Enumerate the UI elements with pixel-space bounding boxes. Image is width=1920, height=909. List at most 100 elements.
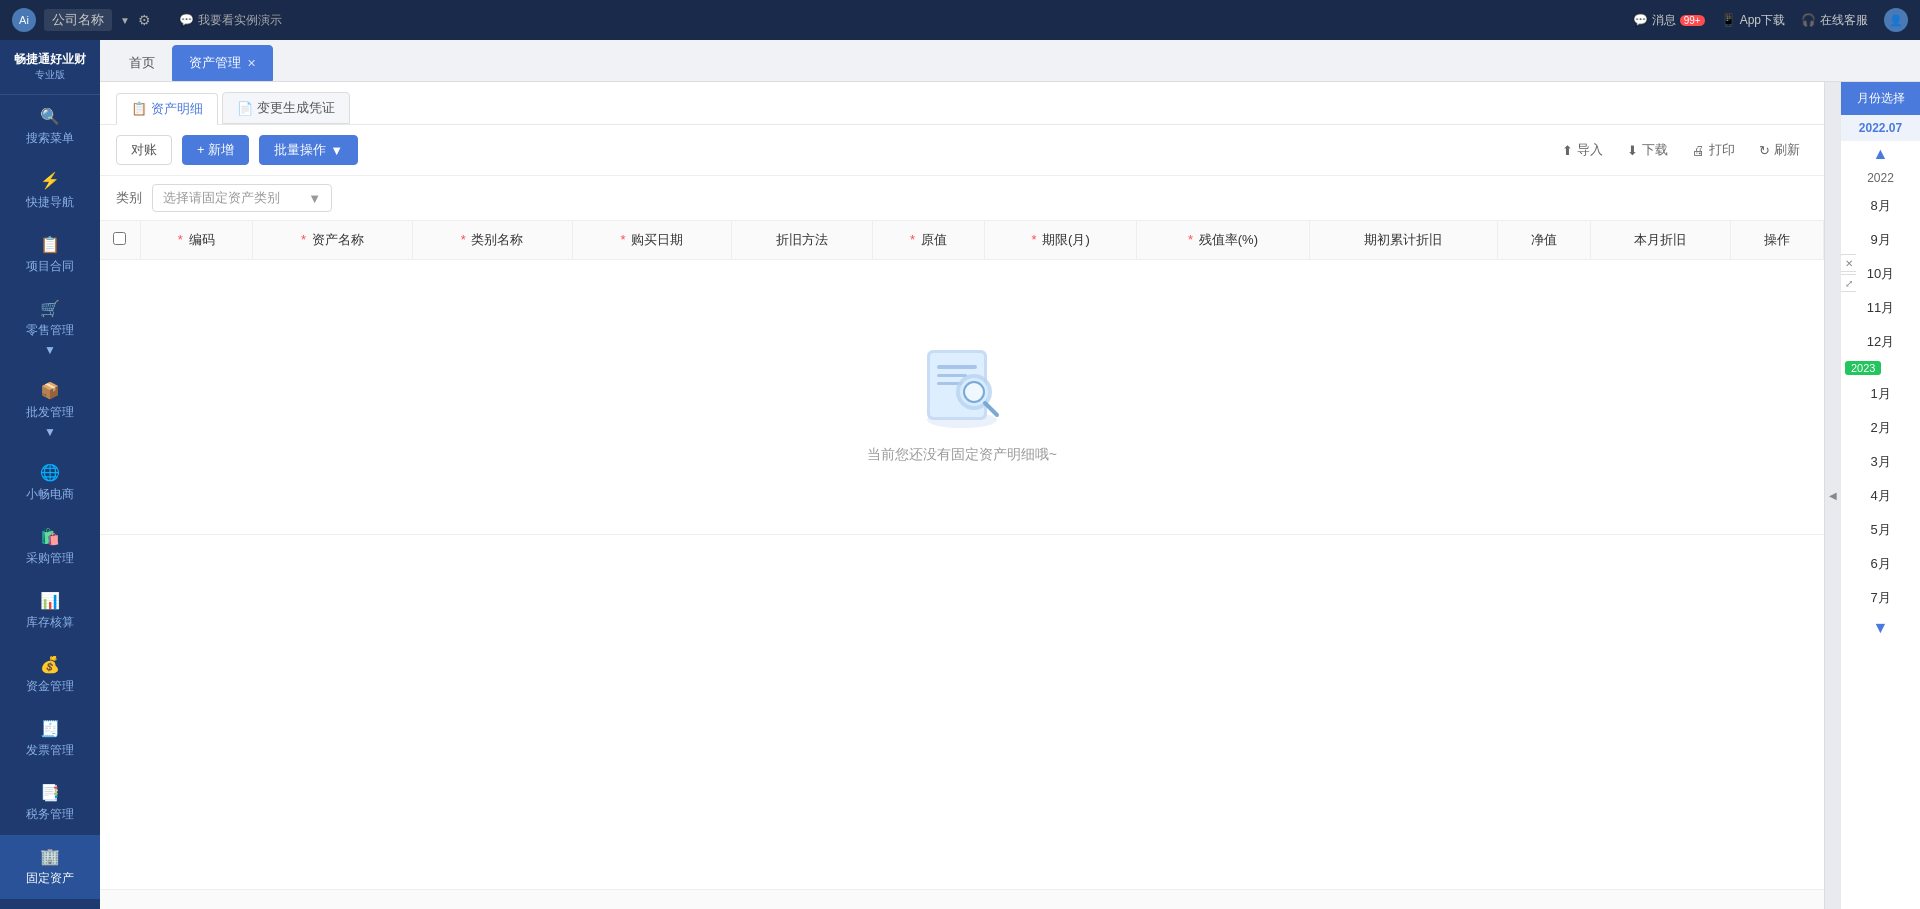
month-2022-08[interactable]: 8月 — [1841, 189, 1920, 223]
col-residual-rate: * 残值率(%) — [1137, 221, 1310, 260]
sidebar-item-fixed-assets[interactable]: 🏢 固定资产 — [0, 835, 100, 899]
col-code-label: 编码 — [189, 232, 215, 247]
sidebar-item-quick-nav[interactable]: ⚡ 快捷导航 — [0, 159, 100, 223]
month-2022-11[interactable]: 11月 — [1841, 291, 1920, 325]
message-icon: 💬 — [1633, 13, 1648, 27]
import-label: 导入 — [1577, 141, 1603, 159]
header-left: Ai 公司名称 ▼ ⚙ 💬 我要看实例演示 — [12, 8, 282, 32]
empty-state: 当前您还没有固定资产明细哦~ — [112, 270, 1812, 524]
month-2022-12[interactable]: 12月 — [1841, 325, 1920, 359]
demo-link[interactable]: 💬 我要看实例演示 — [179, 12, 282, 29]
wholesale-icon: 📦 — [40, 381, 60, 400]
sub-tab-voucher-label: 变更生成凭证 — [257, 99, 335, 117]
col-depreciation-method: 折旧方法 — [732, 221, 872, 260]
sub-tab-change-voucher[interactable]: 📄 变更生成凭证 — [222, 92, 350, 124]
month-panel-toggle[interactable]: ◀ — [1824, 82, 1840, 909]
month-2022-09[interactable]: 9月 — [1841, 223, 1920, 257]
col-category-label: 类别名称 — [471, 232, 523, 247]
select-all-checkbox[interactable] — [113, 232, 126, 245]
month-panel-header: 月份选择 — [1841, 82, 1920, 115]
sidebar-label-fixed-assets: 固定资产 — [26, 870, 74, 887]
tab-close-icon[interactable]: ✕ — [247, 57, 256, 70]
sidebar-item-salary[interactable]: 💵 工资 — [0, 899, 100, 909]
app-name: 畅捷通好业财 — [8, 52, 92, 68]
month-2023-01[interactable]: 1月 — [1841, 377, 1920, 411]
month-2023-04[interactable]: 4月 — [1841, 479, 1920, 513]
bottom-bar — [100, 889, 1824, 909]
col-category: * 类别名称 — [412, 221, 572, 260]
toolbar: 对账 + 新增 批量操作 ▼ ⬆ 导入 ⬇ 下载 — [100, 125, 1824, 176]
sidebar-label-wholesale: 批发管理 — [26, 404, 74, 421]
tab-home[interactable]: 首页 — [112, 45, 172, 81]
month-2023-07[interactable]: 7月 — [1841, 581, 1920, 615]
sidebar-item-inventory[interactable]: 📊 库存核算 — [0, 579, 100, 643]
category-filter-select[interactable]: 选择请固定资产类别 ▼ — [152, 184, 332, 212]
sidebar-label-ecommerce: 小畅电商 — [26, 486, 74, 503]
month-up-arrow[interactable]: ▲ — [1841, 141, 1920, 167]
settings-icon[interactable]: ⚙ — [138, 12, 151, 28]
sidebar-item-project[interactable]: 📋 项目合同 — [0, 223, 100, 287]
svg-rect-4 — [937, 374, 967, 377]
selected-period: 2022.07 — [1841, 115, 1920, 141]
month-down-arrow[interactable]: ▼ — [1841, 615, 1920, 641]
month-2023-06[interactable]: 6月 — [1841, 547, 1920, 581]
download-button[interactable]: ⬇ 下载 — [1619, 136, 1676, 164]
project-icon: 📋 — [40, 235, 60, 254]
asset-table: * 编码 * 资产名称 * 类别名称 — [100, 221, 1824, 535]
sub-tab-asset-detail[interactable]: 📋 资产明细 — [116, 93, 218, 125]
col-orig-value-label: 原值 — [921, 232, 947, 247]
tab-bar: 首页 资产管理 ✕ — [100, 40, 1920, 82]
user-avatar: Ai — [12, 8, 36, 32]
app-download-button[interactable]: 📱 App下载 — [1721, 12, 1785, 29]
print-button[interactable]: 🖨 打印 — [1684, 136, 1743, 164]
col-net-value-label: 净值 — [1531, 232, 1557, 247]
empty-text: 当前您还没有固定资产明细哦~ — [867, 446, 1057, 464]
search-icon: 🔍 — [40, 107, 60, 126]
sidebar-item-retail[interactable]: 🛒 零售管理 ▼ — [0, 287, 100, 369]
fixed-assets-icon: 🏢 — [40, 847, 60, 866]
panel-close-button[interactable]: ✕ — [1840, 254, 1856, 272]
messages-badge: 99+ — [1680, 15, 1705, 26]
import-button[interactable]: ⬆ 导入 — [1554, 136, 1611, 164]
col-period: * 期限(月) — [985, 221, 1137, 260]
sidebar-item-search[interactable]: 🔍 搜索菜单 — [0, 95, 100, 159]
sidebar-item-finance[interactable]: 💰 资金管理 — [0, 643, 100, 707]
month-selector-panel: 月份选择 2022.07 ▲ 2022 8月 9月 10月 11月 12月 20… — [1840, 82, 1920, 909]
messages-button[interactable]: 💬 消息 99+ — [1633, 12, 1705, 29]
add-button[interactable]: + 新增 — [182, 135, 249, 165]
company-name[interactable]: 公司名称 — [44, 9, 112, 31]
phone-icon: 📱 — [1721, 13, 1736, 27]
user-profile[interactable]: 👤 — [1884, 8, 1908, 32]
col-monthly-dep-label: 本月折旧 — [1634, 232, 1686, 247]
filter-dropdown-icon: ▼ — [308, 191, 321, 206]
month-2023-02[interactable]: 2月 — [1841, 411, 1920, 445]
sub-tab-bar: 📋 资产明细 📄 变更生成凭证 — [100, 82, 1824, 125]
col-period-label: 期限(月) — [1042, 232, 1090, 247]
refresh-button[interactable]: ↻ 刷新 — [1751, 136, 1808, 164]
sidebar-item-ecommerce[interactable]: 🌐 小畅电商 — [0, 451, 100, 515]
reconcile-button[interactable]: 对账 — [116, 135, 172, 165]
month-2023-05[interactable]: 5月 — [1841, 513, 1920, 547]
batch-button[interactable]: 批量操作 ▼ — [259, 135, 358, 165]
panel-expand-button[interactable]: ⤢ — [1840, 274, 1856, 292]
page-content: 📋 资产明细 📄 变更生成凭证 对账 + 新增 批量操作 ▼ — [100, 82, 1920, 909]
sidebar-item-wholesale[interactable]: 📦 批发管理 ▼ — [0, 369, 100, 451]
online-service-button[interactable]: 🎧 在线客服 — [1801, 12, 1868, 29]
download-icon: ⬇ — [1627, 143, 1638, 158]
tab-home-label: 首页 — [129, 54, 155, 72]
company-dropdown-icon[interactable]: ▼ — [120, 15, 130, 26]
tab-asset-management[interactable]: 资产管理 ✕ — [172, 45, 273, 81]
sidebar-item-invoice[interactable]: 🧾 发票管理 — [0, 707, 100, 771]
main-layout: 畅捷通好业财 专业版 🔍 搜索菜单 ⚡ 快捷导航 📋 项目合同 🛒 零售管理 ▼… — [0, 40, 1920, 909]
sidebar-item-tax[interactable]: 📑 税务管理 — [0, 771, 100, 835]
sidebar-item-purchase[interactable]: 🛍️ 采购管理 — [0, 515, 100, 579]
col-name-label: 资产名称 — [312, 232, 364, 247]
panel-controls: ✕ ⤢ — [1840, 254, 1856, 292]
sub-tab-detail-icon: 📋 — [131, 101, 147, 116]
empty-state-cell: 当前您还没有固定资产明细哦~ — [100, 260, 1824, 535]
toggle-icon: ◀ — [1829, 490, 1837, 501]
col-name: * 资产名称 — [252, 221, 412, 260]
month-2023-03[interactable]: 3月 — [1841, 445, 1920, 479]
empty-illustration — [902, 330, 1022, 430]
year-2023-badge: 2023 — [1845, 361, 1881, 375]
